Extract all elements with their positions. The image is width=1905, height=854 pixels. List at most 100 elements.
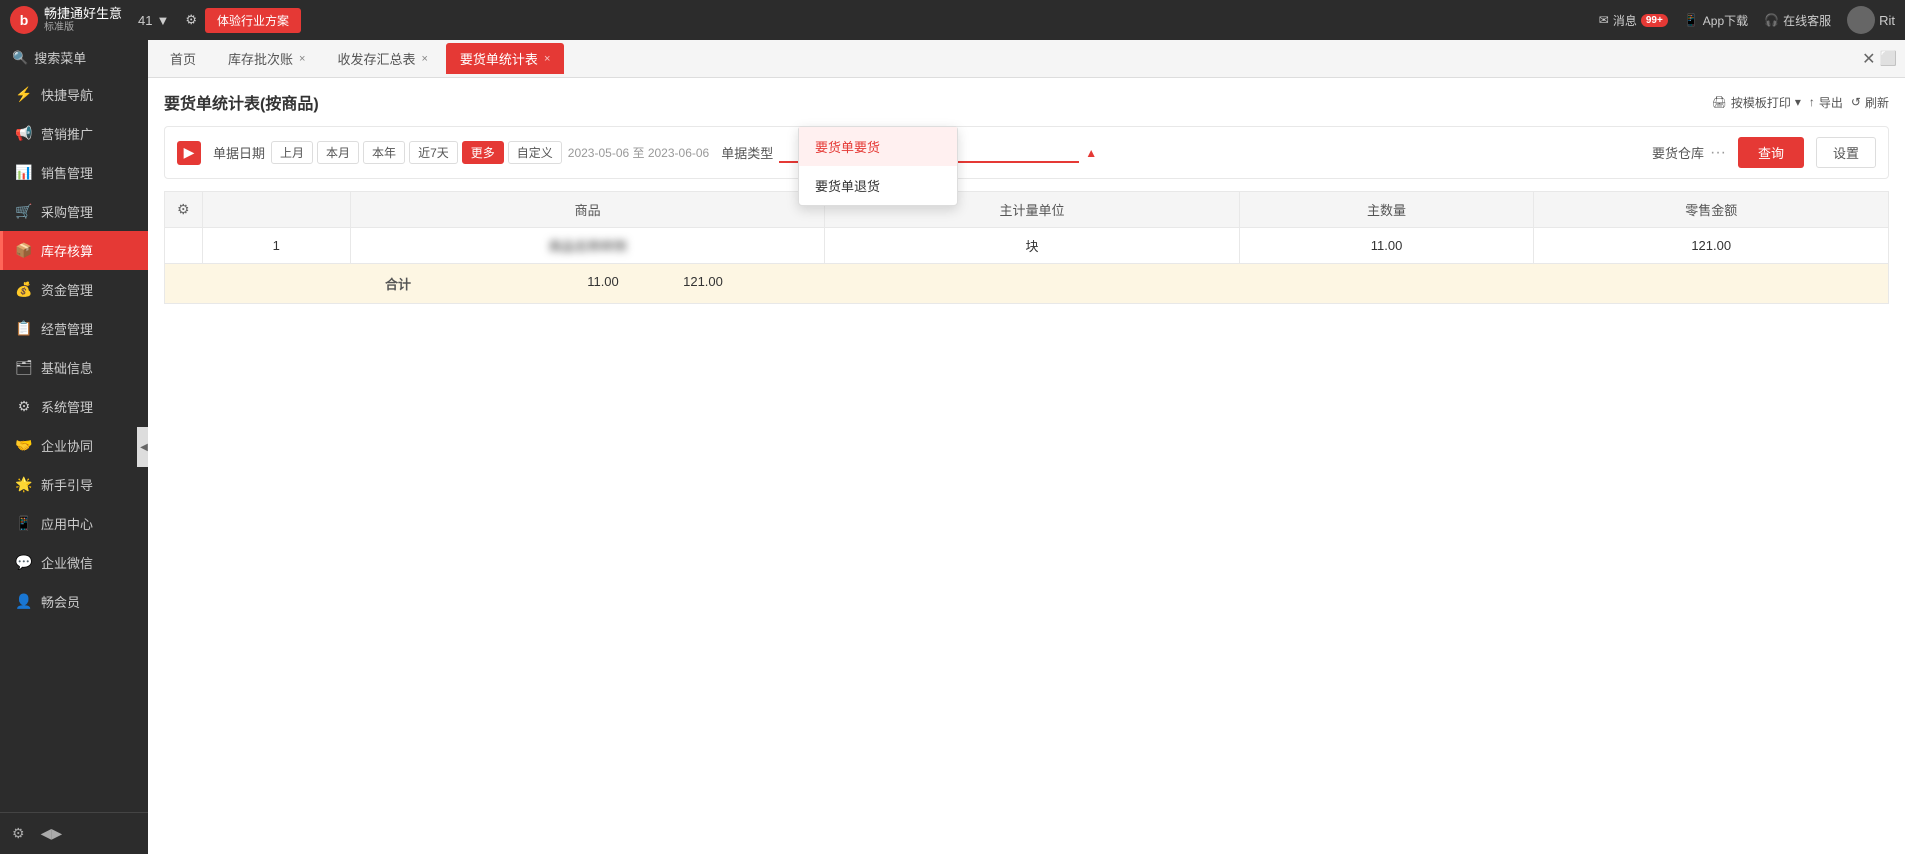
sidebar-settings-btn[interactable]: ⚙ xyxy=(8,821,29,846)
sidebar-search-btn[interactable]: 🔍 搜索菜单 xyxy=(0,40,148,75)
sidebar-item-guide[interactable]: 🌟 新手引导 xyxy=(0,465,148,504)
table-row: 1 商品名称样例 块 11.00 121.00 xyxy=(165,228,1889,264)
date-btn-custom[interactable]: 自定义 xyxy=(508,141,562,164)
page-title-bar: 要货单统计表(按商品) 🖨 按模板打印 ▾ ↑ 导出 ↺ 刷新 xyxy=(164,90,1889,114)
query-button[interactable]: 查询 xyxy=(1738,137,1804,168)
sidebar-item-inventory[interactable]: 📦 库存核算 xyxy=(0,231,148,270)
date-filter-label: 单据日期 xyxy=(213,143,265,162)
print-btn[interactable]: 🖨 按模板打印 ▾ xyxy=(1712,94,1801,111)
row-index: 1 xyxy=(202,228,350,264)
export-label: 导出 xyxy=(1819,94,1843,111)
company-selector[interactable]: 41 ▼ xyxy=(130,11,177,30)
messages-label: 消息 xyxy=(1613,12,1637,29)
sidebar-item-finance[interactable]: 💰 资金管理 xyxy=(0,270,148,309)
chevron-up-icon[interactable]: ▲ xyxy=(1085,146,1097,160)
warehouse-filter-label: 要货仓库 xyxy=(1652,143,1704,162)
tab-expand-area: ✕ ⬜ xyxy=(1862,49,1897,69)
search-icon: 🔍 xyxy=(12,50,28,66)
footer-quantity: 11.00 xyxy=(553,274,653,293)
sidebar-menu-collapse-btn[interactable]: ◀▶ xyxy=(37,821,67,846)
sidebar-item-operations[interactable]: 📋 经营管理 xyxy=(0,309,148,348)
top-header: b 畅捷通好生意 标准版 41 ▼ ⚙ 体验行业方案 ✉ 消息 99+ 📱 Ap… xyxy=(0,0,1905,40)
app-center-icon: 📱 xyxy=(15,515,33,533)
refresh-btn[interactable]: ↺ 刷新 xyxy=(1851,94,1889,111)
messages-btn[interactable]: ✉ 消息 99+ xyxy=(1599,12,1668,29)
page-title: 要货单统计表(按商品) xyxy=(164,90,319,114)
table-col-amount: 零售金额 xyxy=(1534,192,1889,228)
sidebar-item-system[interactable]: ⚙ 系统管理 xyxy=(0,387,148,426)
export-icon: ↑ xyxy=(1809,95,1815,109)
export-btn[interactable]: ↑ 导出 xyxy=(1809,94,1843,111)
sidebar-item-basic-info[interactable]: 🗂 基础信息 xyxy=(0,348,148,387)
tab-order-summary-close[interactable]: × xyxy=(544,53,550,65)
phone-icon: 📱 xyxy=(1684,13,1699,27)
user-avatar xyxy=(1847,6,1875,34)
sidebar-item-app-center[interactable]: 📱 应用中心 xyxy=(0,504,148,543)
quick-nav-icon: ⚡ xyxy=(15,86,33,104)
dropdown-item-order-goods[interactable]: 要货单要货 xyxy=(799,127,957,166)
tab-order-summary[interactable]: 要货单统计表 × xyxy=(446,43,564,74)
sidebar-label-marketing: 营销推广 xyxy=(41,124,93,143)
sidebar-item-enterprise[interactable]: 🤝 企业协同 xyxy=(0,426,148,465)
table-col-product: 商品 xyxy=(350,192,824,228)
tab-order-summary-label: 要货单统计表 xyxy=(460,49,538,68)
sidebar-item-wechat[interactable]: 💬 企业微信 xyxy=(0,543,148,582)
sidebar-label-finance: 资金管理 xyxy=(41,280,93,299)
date-btn-this-year[interactable]: 本年 xyxy=(363,141,405,164)
basic-info-icon: 🗂 xyxy=(15,359,33,377)
tab-inventory-batch-close[interactable]: × xyxy=(299,53,305,65)
tab-receive-summary-label: 收发存汇总表 xyxy=(337,49,415,68)
sidebar-label-purchase: 采购管理 xyxy=(41,202,93,221)
sidebar-label-enterprise: 企业协同 xyxy=(41,436,93,455)
purchase-icon: 🛒 xyxy=(15,203,33,221)
user-area[interactable]: Rit xyxy=(1847,6,1895,34)
date-btn-7days[interactable]: 近7天 xyxy=(409,141,458,164)
sidebar-label-system: 系统管理 xyxy=(41,397,93,416)
online-service-btn[interactable]: 🎧 在线客服 xyxy=(1764,12,1831,29)
search-label: 搜索菜单 xyxy=(34,48,86,67)
tab-home[interactable]: 首页 xyxy=(156,43,210,74)
refresh-label: 刷新 xyxy=(1865,94,1889,111)
sidebar-label-app-center: 应用中心 xyxy=(41,514,93,533)
dropdown-item-order-return[interactable]: 要货单退货 xyxy=(799,166,957,205)
tab-maximize-btn[interactable]: ⬜ xyxy=(1880,49,1897,69)
column-settings-btn[interactable]: ⚙ xyxy=(177,201,190,218)
inventory-icon: 📦 xyxy=(15,242,33,260)
settings-button[interactable]: 设置 xyxy=(1816,137,1876,168)
date-btn-this-month[interactable]: 本月 xyxy=(317,141,359,164)
print-label: 按模板打印 xyxy=(1731,94,1791,111)
date-btn-more[interactable]: 更多 xyxy=(462,141,504,164)
trial-button[interactable]: 体验行业方案 xyxy=(205,8,301,33)
sales-icon: 📊 xyxy=(15,164,33,182)
tab-receive-summary[interactable]: 收发存汇总表 × xyxy=(323,43,441,74)
sidebar-item-sales[interactable]: 📊 销售管理 xyxy=(0,153,148,192)
sidebar-item-quick-nav[interactable]: ⚡ 快捷导航 xyxy=(0,75,148,114)
system-icon: ⚙ xyxy=(15,398,33,416)
logo-area: b 畅捷通好生意 标准版 xyxy=(10,6,122,34)
filter-expand-btn[interactable]: ▶ xyxy=(177,141,201,165)
tab-inventory-batch[interactable]: 库存批次账 × xyxy=(214,43,319,74)
tab-close-all-btn[interactable]: ✕ xyxy=(1862,49,1875,69)
tab-receive-summary-close[interactable]: × xyxy=(421,53,427,65)
sidebar-item-marketing[interactable]: 📢 营销推广 xyxy=(0,114,148,153)
tab-inventory-batch-label: 库存批次账 xyxy=(228,49,293,68)
logo-icon: b xyxy=(10,6,38,34)
app-download-btn[interactable]: 📱 App下载 xyxy=(1684,12,1748,29)
row-unit: 块 xyxy=(825,228,1239,264)
sidebar-collapse-btn[interactable]: ◀ xyxy=(137,427,148,467)
sidebar-item-purchase[interactable]: 🛒 采购管理 xyxy=(0,192,148,231)
row-product-blurred: 商品名称样例 xyxy=(549,239,627,254)
warehouse-more-icon[interactable]: ··· xyxy=(1710,144,1726,162)
row-amount: 121.00 xyxy=(1534,228,1889,264)
version-label: 标准版 xyxy=(44,22,122,34)
headset-icon: 🎧 xyxy=(1764,13,1779,27)
print-icon: 🖨 xyxy=(1712,95,1727,109)
footer-amount: 121.00 xyxy=(653,274,753,293)
settings-gear-btn[interactable]: ⚙ xyxy=(185,12,197,28)
messages-badge: 99+ xyxy=(1641,14,1668,27)
sidebar-bottom: ⚙ ◀▶ xyxy=(0,812,148,854)
company-name: 畅捷通好生意 xyxy=(44,6,122,22)
data-table: ⚙ 商品 主计量单位 主数量 零售金额 1 xyxy=(164,191,1889,264)
date-btn-last-month[interactable]: 上月 xyxy=(271,141,313,164)
sidebar-item-membership[interactable]: 👤 畅会员 xyxy=(0,582,148,621)
